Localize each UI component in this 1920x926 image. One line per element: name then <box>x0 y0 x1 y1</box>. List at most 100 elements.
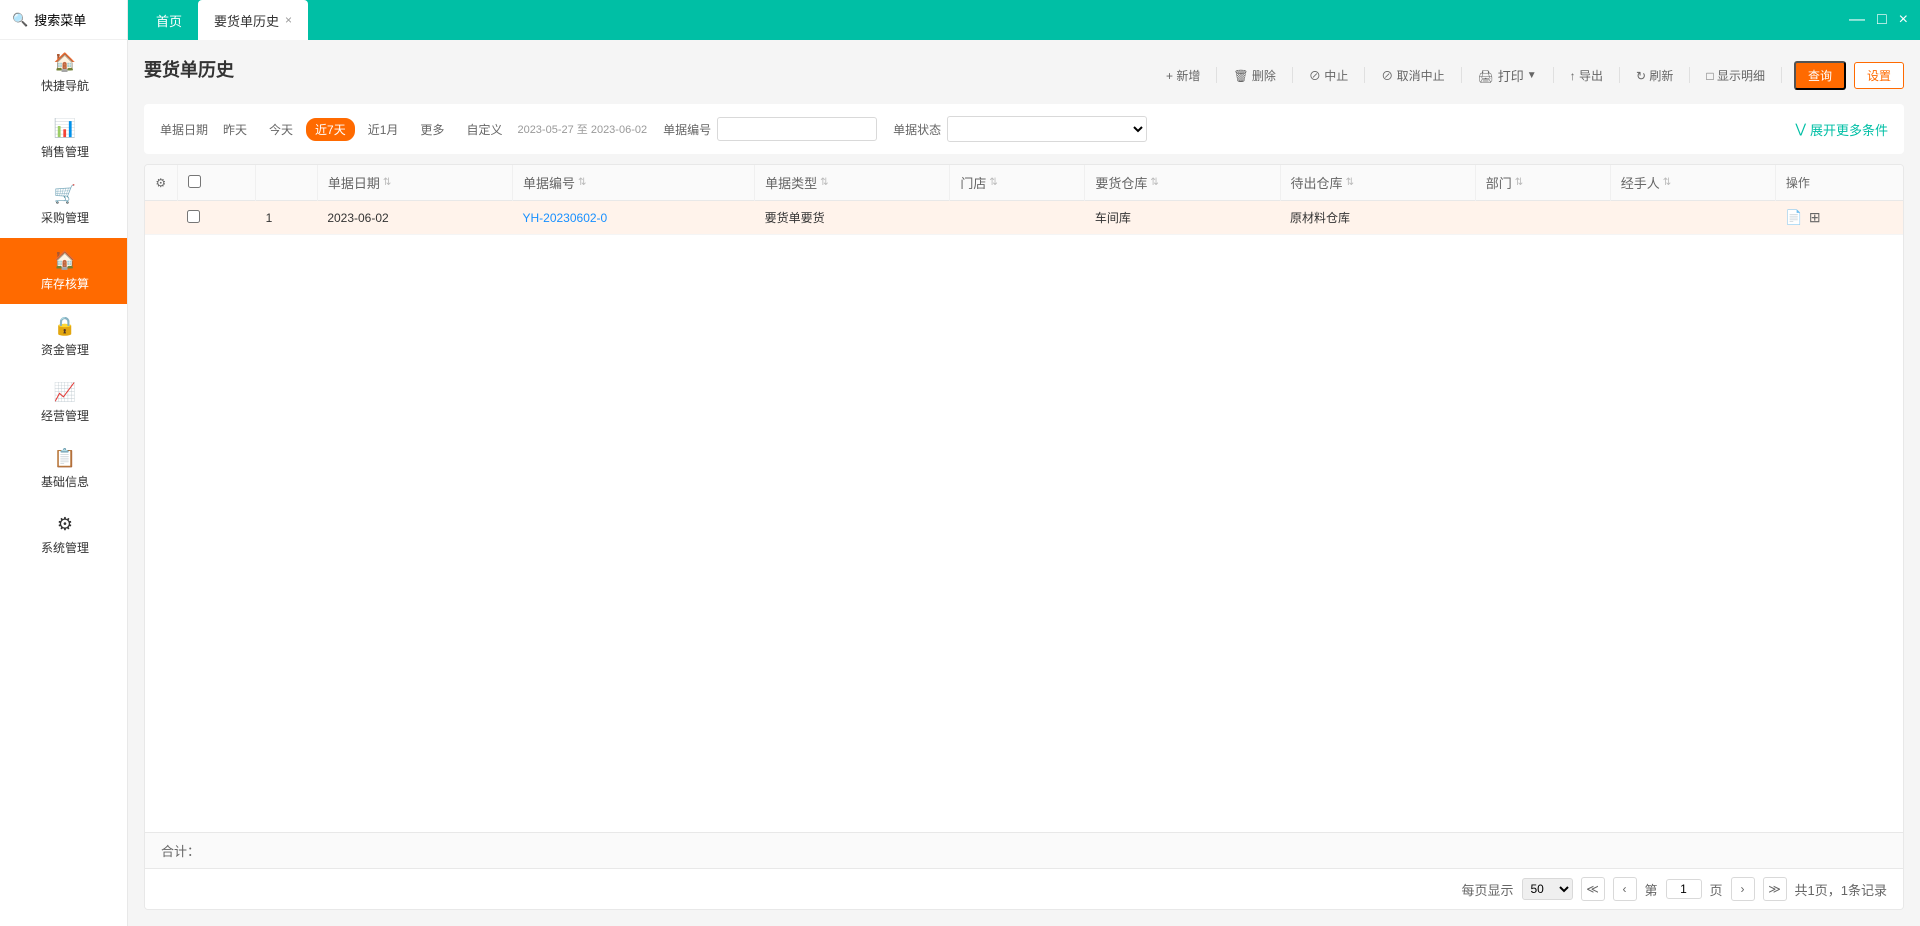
print-button[interactable]: 🖨 打印 ▼ <box>1474 64 1541 87</box>
col-doctype[interactable]: 单据类型 ⇅ <box>755 165 950 201</box>
delete-button[interactable]: 🗑 删除 <box>1229 65 1280 86</box>
date-filter-label: 单据日期 <box>160 121 208 138</box>
sidebar-item-quick-nav[interactable]: 🏠 快捷导航 <box>0 40 127 106</box>
sidebar-item-label: 快捷导航 <box>41 77 89 94</box>
first-page-button[interactable]: ≪ <box>1581 877 1605 901</box>
col-store-label: 门店 <box>960 173 986 192</box>
date-btn-custom[interactable]: 自定义 <box>457 118 511 141</box>
tab-history[interactable]: 要货单历史 × <box>198 0 308 40</box>
docno-input[interactable] <box>717 117 877 141</box>
row-action: 📄 ⊞ <box>1775 201 1903 235</box>
toolbar-separator <box>1619 67 1620 83</box>
filter-row-1: 单据日期 昨天 今天 近7天 近1月 更多 自定义 2023-05-27 至 2… <box>160 116 1888 142</box>
pagination: 每页显示 20 50 100 ≪ ‹ 第 页 › ≫ 共1页，1条记录 <box>145 868 1903 909</box>
sidebar-item-purchase[interactable]: 🛒 采购管理 <box>0 172 127 238</box>
col-req-warehouse-label: 要货仓库 <box>1095 173 1147 192</box>
date-range-display: 2023-05-27 至 2023-06-02 <box>517 121 647 137</box>
summary-label: 合计： <box>161 841 200 860</box>
col-docno[interactable]: 单据编号 ⇅ <box>512 165 754 201</box>
select-all-checkbox[interactable] <box>188 175 201 188</box>
lock-icon: 🔒 <box>54 316 76 337</box>
row-delete-icon[interactable]: ⊞ <box>1809 209 1821 226</box>
toolbar-separator <box>1216 67 1217 83</box>
page-size-select[interactable]: 20 50 100 <box>1522 878 1573 900</box>
row-store <box>950 201 1085 235</box>
next-page-button[interactable]: › <box>1731 877 1755 901</box>
table-row: 1 2023-06-02 YH-20230602-0 要货单要货 车间库 原材料… <box>145 201 1903 235</box>
query-button[interactable]: 查询 <box>1794 61 1846 90</box>
filter-date-group: 单据日期 昨天 今天 近7天 近1月 更多 自定义 2023-05-27 至 2… <box>160 118 647 141</box>
stop-button[interactable]: ⊘ 中止 <box>1305 65 1352 86</box>
sidebar-item-label: 销售管理 <box>41 143 89 160</box>
sidebar-item-finance[interactable]: 🔒 资金管理 <box>0 304 127 370</box>
tab-close-icon[interactable]: × <box>285 13 292 27</box>
col-settings[interactable]: ⚙ <box>145 165 177 201</box>
col-store[interactable]: 门店 ⇅ <box>950 165 1085 201</box>
sort-icon: ⇅ <box>1663 177 1671 188</box>
table-scroll-area[interactable]: ⚙ 单据日期 ⇅ 单据编号 <box>145 165 1903 832</box>
prev-page-button[interactable]: ‹ <box>1613 877 1637 901</box>
new-button[interactable]: + 新增 <box>1162 65 1204 86</box>
maximize-icon[interactable]: □ <box>1877 11 1887 29</box>
sidebar-item-label: 经营管理 <box>41 407 89 424</box>
sidebar-search[interactable]: 🔍 搜索菜单 <box>0 0 127 40</box>
sidebar-item-inventory[interactable]: 🏠 库存核算 <box>0 238 127 304</box>
date-btn-more[interactable]: 更多 <box>411 118 453 141</box>
sidebar-item-label: 库存核算 <box>41 275 89 292</box>
col-req-warehouse[interactable]: 要货仓库 ⇅ <box>1085 165 1280 201</box>
display-detail-button[interactable]: □ 显示明细 <box>1702 65 1769 86</box>
docno-filter-label: 单据编号 <box>663 121 711 138</box>
export-button[interactable]: ↑ 导出 <box>1566 65 1607 86</box>
sidebar-item-label: 资金管理 <box>41 341 89 358</box>
sort-icon: ⇅ <box>820 177 828 188</box>
last-page-button[interactable]: ≫ <box>1763 877 1787 901</box>
col-handler-label: 经手人 <box>1621 173 1660 192</box>
sidebar-item-operations[interactable]: 📈 经营管理 <box>0 370 127 436</box>
col-num <box>256 165 318 201</box>
expand-filter-button[interactable]: ⋁ 展开更多条件 <box>1795 120 1888 139</box>
sort-icon: ⇅ <box>1346 177 1354 188</box>
toolbar-separator <box>1553 67 1554 83</box>
col-pending-warehouse[interactable]: 待出仓库 ⇅ <box>1280 165 1475 201</box>
date-btn-7days[interactable]: 近7天 <box>306 118 355 141</box>
col-docno-label: 单据编号 <box>523 173 575 192</box>
content-area: 要货单历史 + 新增 🗑 删除 ⊘ 中止 ⊘ 取消中止 🖨 打印 ▼ ↑ 导出 … <box>128 40 1920 926</box>
col-handler[interactable]: 经手人 ⇅ <box>1610 165 1775 201</box>
sort-icon: ⇅ <box>1515 177 1523 188</box>
data-table: ⚙ 单据日期 ⇅ 单据编号 <box>145 165 1903 235</box>
date-btn-1month[interactable]: 近1月 <box>359 118 408 141</box>
page-number-input[interactable] <box>1666 879 1702 899</box>
col-date[interactable]: 单据日期 ⇅ <box>317 165 512 201</box>
sidebar-item-system[interactable]: ⚙ 系统管理 <box>0 502 127 568</box>
sidebar-item-sales[interactable]: 📊 销售管理 <box>0 106 127 172</box>
settings-button[interactable]: 设置 <box>1854 62 1904 89</box>
row-select-checkbox[interactable] <box>187 210 200 223</box>
row-settings <box>145 201 177 235</box>
col-department[interactable]: 部门 ⇅ <box>1475 165 1610 201</box>
date-buttons: 昨天 今天 近7天 近1月 更多 自定义 <box>214 118 511 141</box>
row-pending-warehouse: 原材料仓库 <box>1280 201 1475 235</box>
close-window-icon[interactable]: × <box>1899 11 1908 29</box>
sidebar-item-basic[interactable]: 📋 基础信息 <box>0 436 127 502</box>
tab-home-label: 首页 <box>156 11 182 30</box>
cancel-stop-button[interactable]: ⊘ 取消中止 <box>1377 65 1448 86</box>
sidebar-item-label: 采购管理 <box>41 209 89 226</box>
date-btn-yesterday[interactable]: 昨天 <box>214 118 256 141</box>
topbar: 首页 要货单历史 × — □ × <box>128 0 1920 40</box>
sort-icon: ⇅ <box>383 177 391 188</box>
date-btn-today[interactable]: 今天 <box>260 118 302 141</box>
row-checkbox <box>177 201 256 235</box>
row-edit-icon[interactable]: 📄 <box>1785 209 1802 226</box>
refresh-button[interactable]: ↻ 刷新 <box>1632 65 1677 86</box>
toolbar-separator <box>1689 67 1690 83</box>
status-select[interactable] <box>947 116 1147 142</box>
minimize-icon[interactable]: — <box>1849 11 1865 29</box>
tab-home[interactable]: 首页 <box>140 0 198 40</box>
col-date-label: 单据日期 <box>328 173 380 192</box>
col-action: 操作 <box>1775 165 1903 201</box>
row-docno[interactable]: YH-20230602-0 <box>512 201 754 235</box>
page-size-label: 每页显示 <box>1461 880 1513 899</box>
row-num: 1 <box>256 201 318 235</box>
sidebar: 🔍 搜索菜单 🏠 快捷导航 📊 销售管理 🛒 采购管理 🏠 库存核算 🔒 资金管… <box>0 0 128 926</box>
col-department-label: 部门 <box>1486 173 1512 192</box>
